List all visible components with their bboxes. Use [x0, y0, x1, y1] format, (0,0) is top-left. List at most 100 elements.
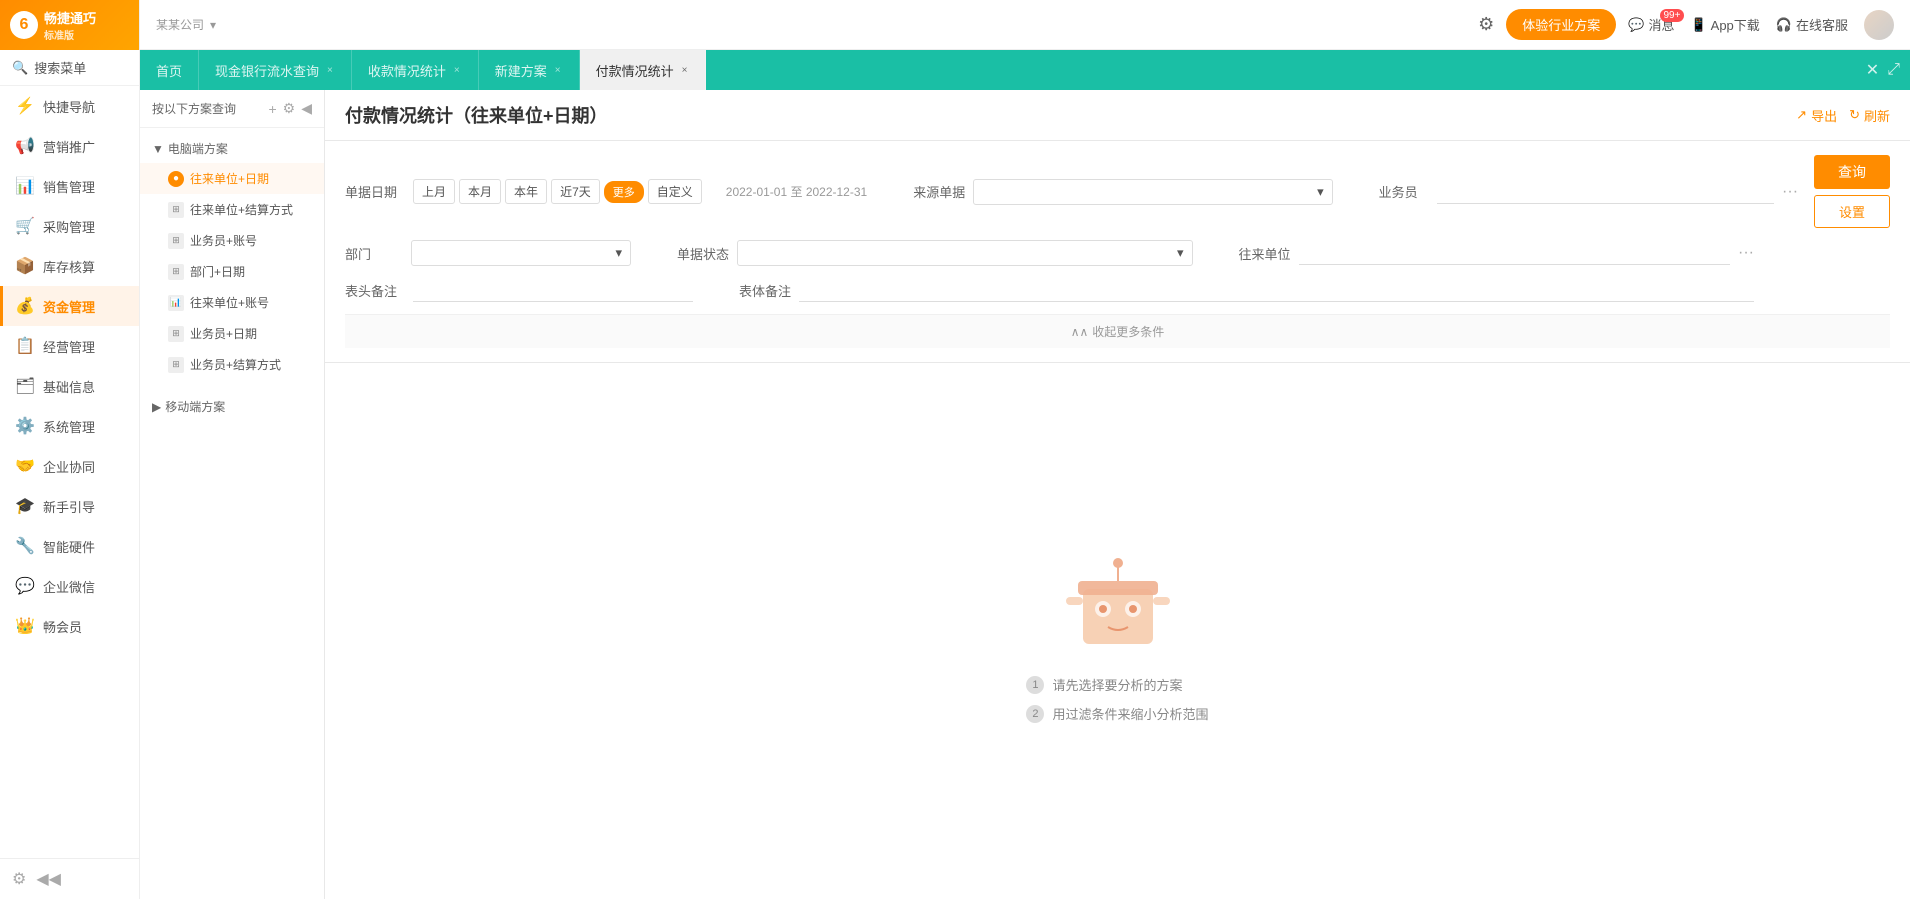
tab-cash-flow-close[interactable]: × — [325, 65, 335, 76]
staff-settle-icon: ⊞ — [168, 357, 184, 373]
wechat-icon: 💬 — [15, 576, 35, 596]
partner-date-label: 往来单位+日期 — [190, 170, 269, 187]
system-label: 系统管理 — [43, 417, 95, 436]
scheme-panel-actions: + ⚙ ◀ — [268, 100, 312, 117]
scheme-settings-btn[interactable]: ⚙ — [283, 100, 296, 117]
messages-btn[interactable]: 💬 消息 99+ — [1628, 15, 1674, 34]
tab-window-btns: ✕ ⤢ — [1856, 50, 1910, 90]
date-btn-more[interactable]: 更多 — [604, 181, 644, 203]
filter-row-3: 表头备注 表体备注 — [345, 278, 1890, 302]
sidebar-item-capital[interactable]: 💰 资金管理 — [0, 286, 139, 326]
tab-receipt-stats[interactable]: 收款情况统计 × — [352, 50, 479, 90]
sidebar-item-marketing[interactable]: 📢 营销推广 — [0, 126, 139, 166]
date-btn-custom[interactable]: 自定义 — [648, 179, 702, 204]
dept-select[interactable]: ▾ — [411, 240, 631, 266]
footer-collapse-btn[interactable]: ◀◀ — [36, 869, 61, 889]
topbar: 某某公司 ▾ ⚙ 体验行业方案 💬 消息 99+ 📱 App下载 🎧 在线客服 — [140, 0, 1910, 50]
purchase-label: 采购管理 — [43, 217, 95, 236]
setting-btn[interactable]: 设置 — [1814, 195, 1890, 228]
tab-receipt-stats-label: 收款情况统计 — [368, 61, 446, 80]
scheme-item-partner-date[interactable]: ● 往来单位+日期 — [140, 163, 324, 194]
step-2-text: 用过滤条件来缩小分析范围 — [1052, 704, 1208, 723]
sidebar-item-basic[interactable]: 🗂 基础信息 — [0, 366, 139, 406]
header-note-input[interactable] — [413, 278, 693, 302]
partner-dots[interactable]: ··· — [1738, 244, 1754, 262]
topbar-settings-icon[interactable]: ⚙ — [1478, 14, 1494, 35]
source-doc-select[interactable]: ▾ — [973, 179, 1332, 205]
sidebar-item-wechat[interactable]: 💬 企业微信 — [0, 566, 139, 606]
collapse-chevron-icon: ∧∧ — [1071, 325, 1089, 339]
trial-btn[interactable]: 体验行业方案 — [1506, 9, 1616, 40]
scheme-item-staff-account[interactable]: ⊞ 业务员+账号 — [140, 225, 324, 256]
step-1-num: 1 — [1026, 676, 1044, 694]
mobile-section-header[interactable]: ▶ 移动端方案 — [140, 392, 324, 421]
refresh-btn[interactable]: ↻ 刷新 — [1849, 106, 1890, 125]
sidebar-item-system[interactable]: ⚙️ 系统管理 — [0, 406, 139, 446]
tab-payment-stats-close[interactable]: × — [680, 65, 690, 76]
main-area: 某某公司 ▾ ⚙ 体验行业方案 💬 消息 99+ 📱 App下载 🎧 在线客服 … — [140, 0, 1910, 899]
search-menu-item[interactable]: 🔍 搜索菜单 — [0, 50, 139, 86]
sidebar-item-quick-nav[interactable]: ⚡ 快捷导航 — [0, 86, 139, 126]
breadcrumb-chevron[interactable]: ▾ — [210, 18, 216, 32]
tab-maximize-btn[interactable]: ⤢ — [1887, 61, 1900, 79]
enterprise-icon: 🤝 — [15, 456, 35, 476]
date-btn-this-month[interactable]: 本月 — [459, 179, 501, 204]
partner-input[interactable] — [1299, 241, 1731, 265]
footer-settings-btn[interactable]: ⚙ — [12, 869, 26, 889]
tab-payment-stats-label: 付款情况统计 — [596, 61, 674, 80]
date-btn-this-year[interactable]: 本年 — [505, 179, 547, 204]
operation-label: 经营管理 — [43, 337, 95, 356]
sidebar-item-inventory[interactable]: 📦 库存核算 — [0, 246, 139, 286]
date-btn-last-month[interactable]: 上月 — [413, 179, 455, 204]
doc-status-select[interactable]: ▾ — [737, 240, 1192, 266]
basic-label: 基础信息 — [43, 377, 95, 396]
sidebar-item-hardware[interactable]: 🔧 智能硬件 — [0, 526, 139, 566]
member-label: 畅会员 — [43, 617, 82, 636]
sidebar-item-enterprise[interactable]: 🤝 企业协同 — [0, 446, 139, 486]
staff-dots[interactable]: ··· — [1782, 183, 1798, 201]
scheme-item-partner-account[interactable]: 📊 往来单位+账号 — [140, 287, 324, 318]
tab-home[interactable]: 首页 — [140, 50, 199, 90]
app-download-btn[interactable]: 📱 App下载 — [1690, 15, 1759, 34]
scheme-item-dept-date[interactable]: ⊞ 部门+日期 — [140, 256, 324, 287]
tab-new-scheme[interactable]: 新建方案 × — [479, 50, 580, 90]
scheme-item-staff-date[interactable]: ⊞ 业务员+日期 — [140, 318, 324, 349]
online-service-btn[interactable]: 🎧 在线客服 — [1776, 15, 1848, 34]
doc-status-label: 单据状态 — [677, 244, 729, 263]
sidebar-item-purchase[interactable]: 🛒 采购管理 — [0, 206, 139, 246]
tab-cash-flow[interactable]: 现金银行流水查询 × — [199, 50, 352, 90]
query-btn[interactable]: 查询 — [1814, 155, 1890, 189]
tab-new-scheme-close[interactable]: × — [553, 65, 563, 76]
mobile-section-label: 移动端方案 — [165, 398, 225, 415]
export-btn[interactable]: ↗ 导出 — [1796, 106, 1837, 125]
sidebar-nav: ⚡ 快捷导航 📢 营销推广 📊 销售管理 🛒 采购管理 📦 库存核算 💰 资金管… — [0, 86, 139, 858]
staff-date-label: 业务员+日期 — [190, 325, 257, 342]
tab-close-all-btn[interactable]: ✕ — [1866, 60, 1879, 80]
tab-receipt-stats-close[interactable]: × — [452, 65, 462, 76]
body-note-input[interactable] — [799, 278, 1754, 302]
header-note-label: 表头备注 — [345, 281, 397, 300]
scheme-collapse-btn[interactable]: ◀ — [301, 100, 312, 117]
user-avatar[interactable] — [1864, 10, 1894, 40]
inventory-icon: 📦 — [15, 256, 35, 276]
sidebar-item-guide[interactable]: 🎓 新手引导 — [0, 486, 139, 526]
staff-settle-label: 业务员+结算方式 — [190, 356, 281, 373]
desktop-section-header[interactable]: ▼ 电脑端方案 — [140, 134, 324, 163]
scheme-item-partner-settle[interactable]: ⊞ 往来单位+结算方式 — [140, 194, 324, 225]
scheme-add-btn[interactable]: + — [268, 101, 276, 117]
source-doc-chevron: ▾ — [1317, 184, 1324, 200]
sidebar-item-member[interactable]: 👑 畅会员 — [0, 606, 139, 646]
sidebar-item-operation[interactable]: 📋 经营管理 — [0, 326, 139, 366]
sales-icon: 📊 — [15, 176, 35, 196]
marketing-label: 营销推广 — [43, 137, 95, 156]
collapse-more-btn[interactable]: ∧∧ 收起更多条件 — [345, 314, 1890, 348]
date-btn-last-7days[interactable]: 近7天 — [551, 179, 600, 204]
date-range-text: 2022-01-01 至 2022-12-31 — [726, 183, 867, 200]
scheme-item-staff-settle[interactable]: ⊞ 业务员+结算方式 — [140, 349, 324, 380]
tab-payment-stats[interactable]: 付款情况统计 × — [580, 50, 707, 90]
staff-input[interactable] — [1437, 180, 1774, 204]
desktop-section-arrow: ▼ — [152, 142, 164, 156]
marketing-icon: 📢 — [15, 136, 35, 156]
sidebar-item-sales[interactable]: 📊 销售管理 — [0, 166, 139, 206]
page-header: 付款情况统计（往来单位+日期） ↗ 导出 ↻ 刷新 — [325, 90, 1910, 141]
